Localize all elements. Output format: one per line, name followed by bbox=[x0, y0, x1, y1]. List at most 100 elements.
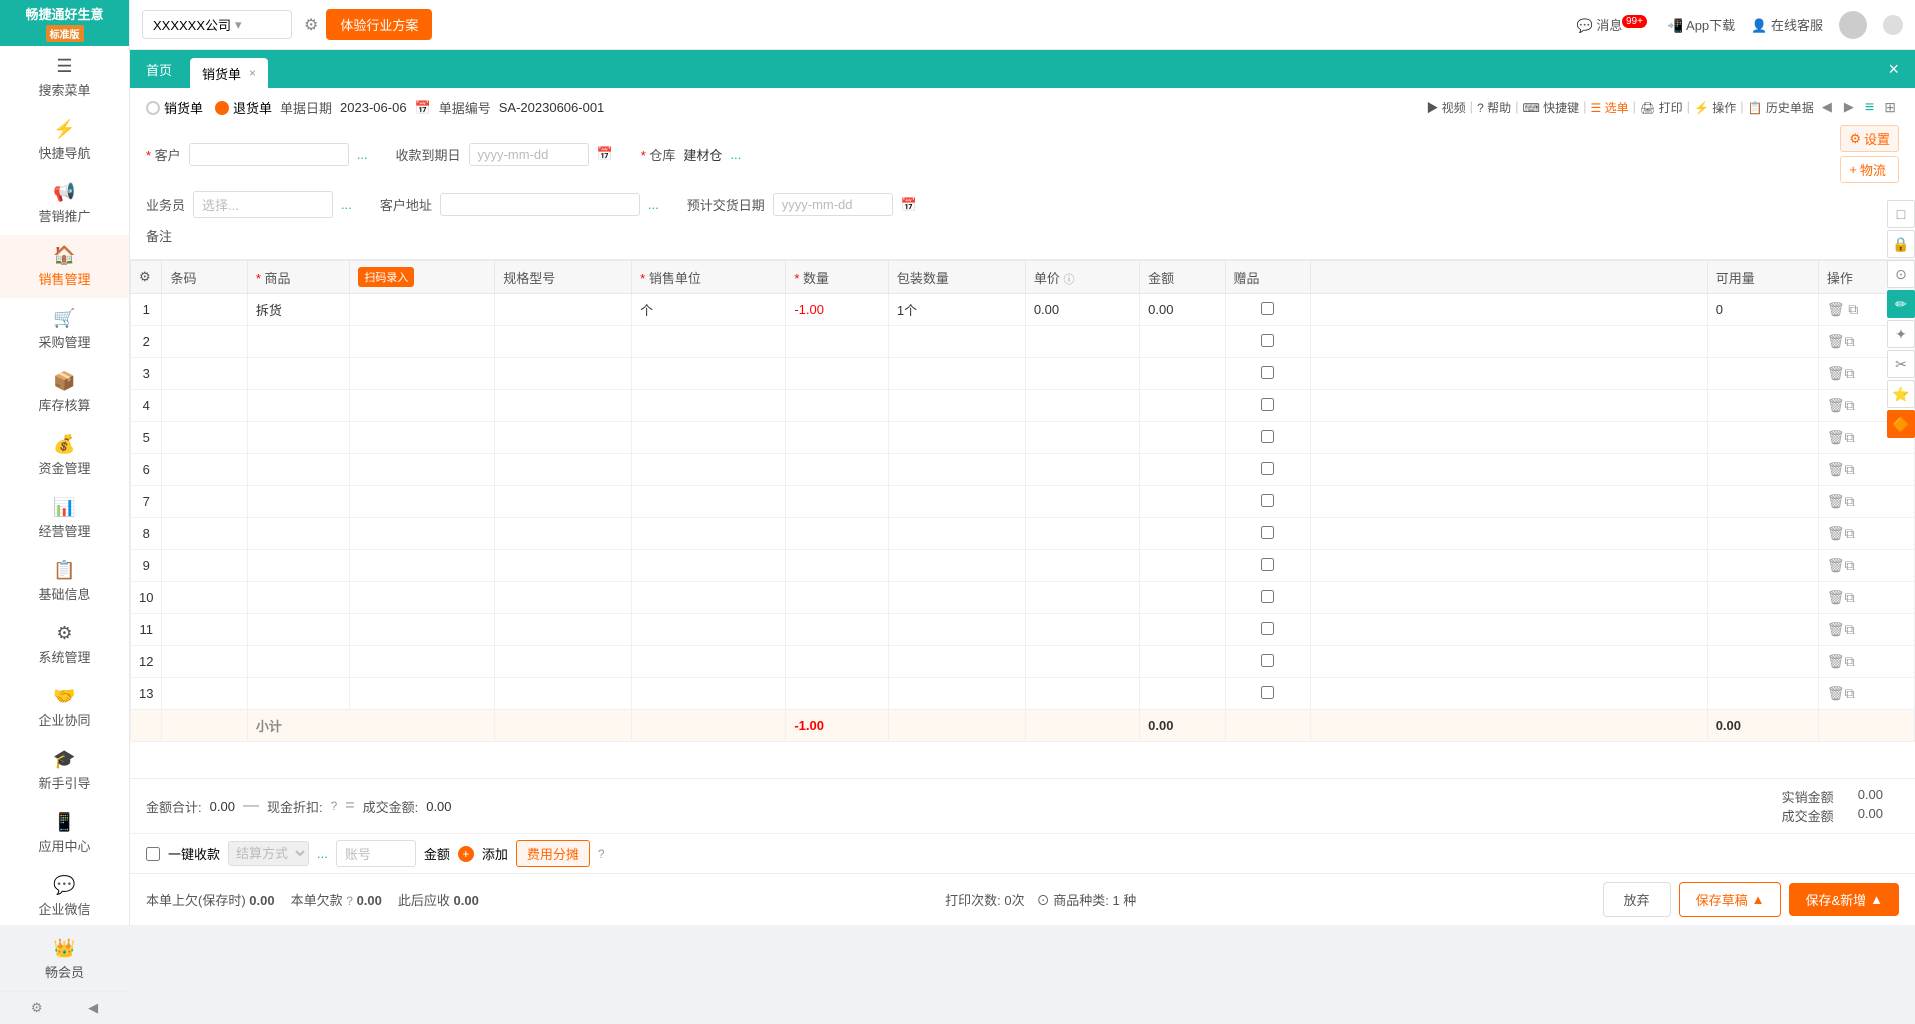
toolbar-history[interactable]: 📋 历史单据 bbox=[1748, 99, 1814, 117]
copy-row-1-icon[interactable]: ⧉ bbox=[1848, 301, 1858, 317]
experience-btn[interactable]: 体验行业方案 bbox=[326, 9, 432, 40]
sidebar-item-inventory[interactable]: 📦 库存核算 bbox=[0, 361, 129, 424]
copy-row-2-icon[interactable]: ⧉ bbox=[1845, 333, 1855, 349]
date-calendar-icon[interactable]: 📅 bbox=[415, 100, 431, 116]
online-service[interactable]: 👤 在线客服 bbox=[1751, 15, 1823, 34]
scan-btn[interactable]: 扫码录入 bbox=[358, 267, 414, 287]
settings-btn[interactable]: ⚙ 放弃 设置 bbox=[1840, 125, 1899, 152]
number-value[interactable]: SA-20230606-001 bbox=[499, 100, 605, 115]
delete-row-3-icon[interactable]: 🗑 bbox=[1827, 365, 1845, 381]
expense-help-icon[interactable]: ? bbox=[598, 847, 605, 861]
delete-row-11-icon[interactable]: 🗑 bbox=[1827, 621, 1845, 637]
delete-row-10-icon[interactable]: 🗑 bbox=[1827, 589, 1845, 605]
copy-row-6-icon[interactable]: ⧉ bbox=[1845, 461, 1855, 477]
sidebar-item-newbie[interactable]: 🎓 新手引导 bbox=[0, 739, 129, 802]
pkg-qty-1[interactable]: 1个 bbox=[888, 294, 1025, 326]
save-new-btn[interactable]: 保存&新增 ▲ bbox=[1789, 883, 1899, 916]
sidebar-item-quick-nav[interactable]: ⚡ 快捷导航 bbox=[0, 109, 129, 172]
sidebar-item-enterprise[interactable]: 🤝 企业协同 bbox=[0, 676, 129, 739]
delete-row-2-icon[interactable]: 🗑 bbox=[1827, 333, 1845, 349]
company-selector[interactable]: XXXXXX公司 ▾ bbox=[142, 10, 292, 39]
float-btn-7[interactable]: ⭐ bbox=[1887, 380, 1915, 408]
delete-row-7-icon[interactable]: 🗑 bbox=[1827, 493, 1845, 509]
method-select[interactable]: 结算方式 bbox=[228, 841, 309, 866]
amount-1[interactable]: 0.00 bbox=[1140, 294, 1225, 326]
copy-row-12-icon[interactable]: ⧉ bbox=[1845, 653, 1855, 669]
arrear-help-icon[interactable]: ? bbox=[346, 894, 353, 908]
copy-row-4-icon[interactable]: ⧉ bbox=[1845, 397, 1855, 413]
toolbar-operate[interactable]: ⚡ 操作 bbox=[1694, 99, 1736, 117]
sidebar-item-marketing[interactable]: 📢 营销推广 bbox=[0, 172, 129, 235]
copy-row-9-icon[interactable]: ⧉ bbox=[1845, 557, 1855, 573]
sidebar-item-purchase[interactable]: 🛒 采购管理 bbox=[0, 298, 129, 361]
float-btn-8[interactable]: 🔶 bbox=[1887, 410, 1915, 438]
col-scan[interactable]: 扫码录入 bbox=[350, 261, 495, 294]
delete-row-6-icon[interactable]: 🗑 bbox=[1827, 461, 1845, 477]
sidebar-item-operation[interactable]: 📊 经营管理 bbox=[0, 487, 129, 550]
expense-split-btn[interactable]: 费用分摊 bbox=[516, 840, 590, 867]
delivery-date-input[interactable]: yyyy-mm-dd bbox=[773, 193, 893, 216]
customer-input[interactable] bbox=[189, 143, 349, 166]
view-list-icon[interactable]: ≡ bbox=[1862, 99, 1877, 117]
sidebar-item-system[interactable]: ⚙ 系统管理 bbox=[0, 613, 129, 676]
warehouse-value[interactable]: 建材仓 bbox=[683, 145, 722, 164]
sidebar-item-basic[interactable]: 📋 基础信息 bbox=[0, 550, 129, 613]
date-value[interactable]: 2023-06-06 bbox=[340, 100, 407, 115]
method-ellipsis[interactable]: ... bbox=[317, 846, 328, 861]
account-input[interactable]: 账号 bbox=[336, 840, 416, 867]
customer-ellipsis-btn[interactable]: ... bbox=[357, 147, 368, 162]
float-btn-1[interactable]: □ bbox=[1887, 200, 1915, 228]
tab-home[interactable]: 首页 bbox=[130, 50, 188, 88]
one-pay-checkbox[interactable] bbox=[146, 847, 160, 861]
toolbar-video[interactable]: ▶ 视频 bbox=[1426, 99, 1465, 117]
float-btn-6[interactable]: ✂ bbox=[1887, 350, 1915, 378]
delete-row-12-icon[interactable]: 🗑 bbox=[1827, 653, 1845, 669]
unit-1[interactable]: 个 bbox=[632, 294, 786, 326]
nav-prev-icon[interactable]: ◀ bbox=[1818, 99, 1836, 117]
sidebar-item-wechat[interactable]: 💬 企业微信 bbox=[0, 865, 129, 928]
receipt-calendar-icon[interactable]: 📅 bbox=[597, 146, 613, 162]
delete-row-13-icon[interactable]: 🗑 bbox=[1827, 685, 1845, 701]
sidebar-settings-icon[interactable]: ⚙ bbox=[31, 1000, 43, 1016]
warehouse-ellipsis-btn[interactable]: ... bbox=[730, 147, 741, 162]
float-btn-2[interactable]: 🔒 bbox=[1887, 230, 1915, 258]
abandon-btn[interactable]: 放弃 bbox=[1603, 882, 1671, 917]
copy-row-8-icon[interactable]: ⧉ bbox=[1845, 525, 1855, 541]
message-area[interactable]: 💬 消息 99+ bbox=[1577, 15, 1651, 34]
toolbar-select[interactable]: ☰ 选单 bbox=[1591, 99, 1629, 117]
topbar-gear-icon[interactable]: ⚙ bbox=[304, 15, 318, 35]
sidebar-item-appstore[interactable]: 📱 应用中心 bbox=[0, 802, 129, 865]
radio-return[interactable]: 退货单 bbox=[215, 98, 272, 117]
copy-row-11-icon[interactable]: ⧉ bbox=[1845, 621, 1855, 637]
float-btn-4[interactable]: ✏ bbox=[1887, 290, 1915, 318]
nav-next-icon[interactable]: ▶ bbox=[1840, 99, 1858, 117]
barcode-1[interactable] bbox=[162, 294, 247, 326]
receipt-date-input[interactable]: yyyy-mm-dd bbox=[469, 143, 589, 166]
sidebar-collapse-icon[interactable]: ◀ bbox=[88, 1000, 98, 1016]
add-payment-btn[interactable]: + bbox=[458, 846, 474, 862]
sidebar-item-sales[interactable]: 🏠 销售管理 bbox=[0, 235, 129, 298]
delete-row-4-icon[interactable]: 🗑 bbox=[1827, 397, 1845, 413]
spec-1[interactable] bbox=[495, 294, 632, 326]
toolbar-shortcut[interactable]: ⌨ 快捷键 bbox=[1522, 99, 1579, 117]
copy-row-7-icon[interactable]: ⧉ bbox=[1845, 493, 1855, 509]
customer-addr-ellipsis-btn[interactable]: ... bbox=[648, 197, 659, 212]
toolbar-help[interactable]: ? 帮助 bbox=[1477, 99, 1511, 117]
qty-1[interactable]: -1.00 bbox=[786, 294, 889, 326]
tab-sales-order[interactable]: 销货单 × bbox=[190, 58, 268, 88]
product-1[interactable]: 拆货 bbox=[247, 294, 350, 326]
salesperson-input[interactable]: 选择... bbox=[193, 191, 333, 218]
discount-help-icon[interactable]: ? bbox=[331, 799, 338, 813]
sidebar-item-search[interactable]: ☰ 搜索菜单 bbox=[0, 46, 129, 109]
delete-row-5-icon[interactable]: 🗑 bbox=[1827, 429, 1845, 445]
delivery-calendar-icon[interactable]: 📅 bbox=[901, 197, 917, 213]
tab-close-icon[interactable]: × bbox=[249, 66, 256, 80]
gift-1[interactable] bbox=[1225, 294, 1310, 326]
copy-row-3-icon[interactable]: ⧉ bbox=[1845, 365, 1855, 381]
float-btn-3[interactable]: ⊙ bbox=[1887, 260, 1915, 288]
window-close-btn[interactable]: × bbox=[1880, 59, 1907, 79]
customer-addr-input[interactable] bbox=[440, 193, 640, 216]
sidebar-item-finance[interactable]: 💰 资金管理 bbox=[0, 424, 129, 487]
delete-row-9-icon[interactable]: 🗑 bbox=[1827, 557, 1845, 573]
save-draft-btn[interactable]: 保存草稿 ▲ bbox=[1679, 882, 1782, 917]
